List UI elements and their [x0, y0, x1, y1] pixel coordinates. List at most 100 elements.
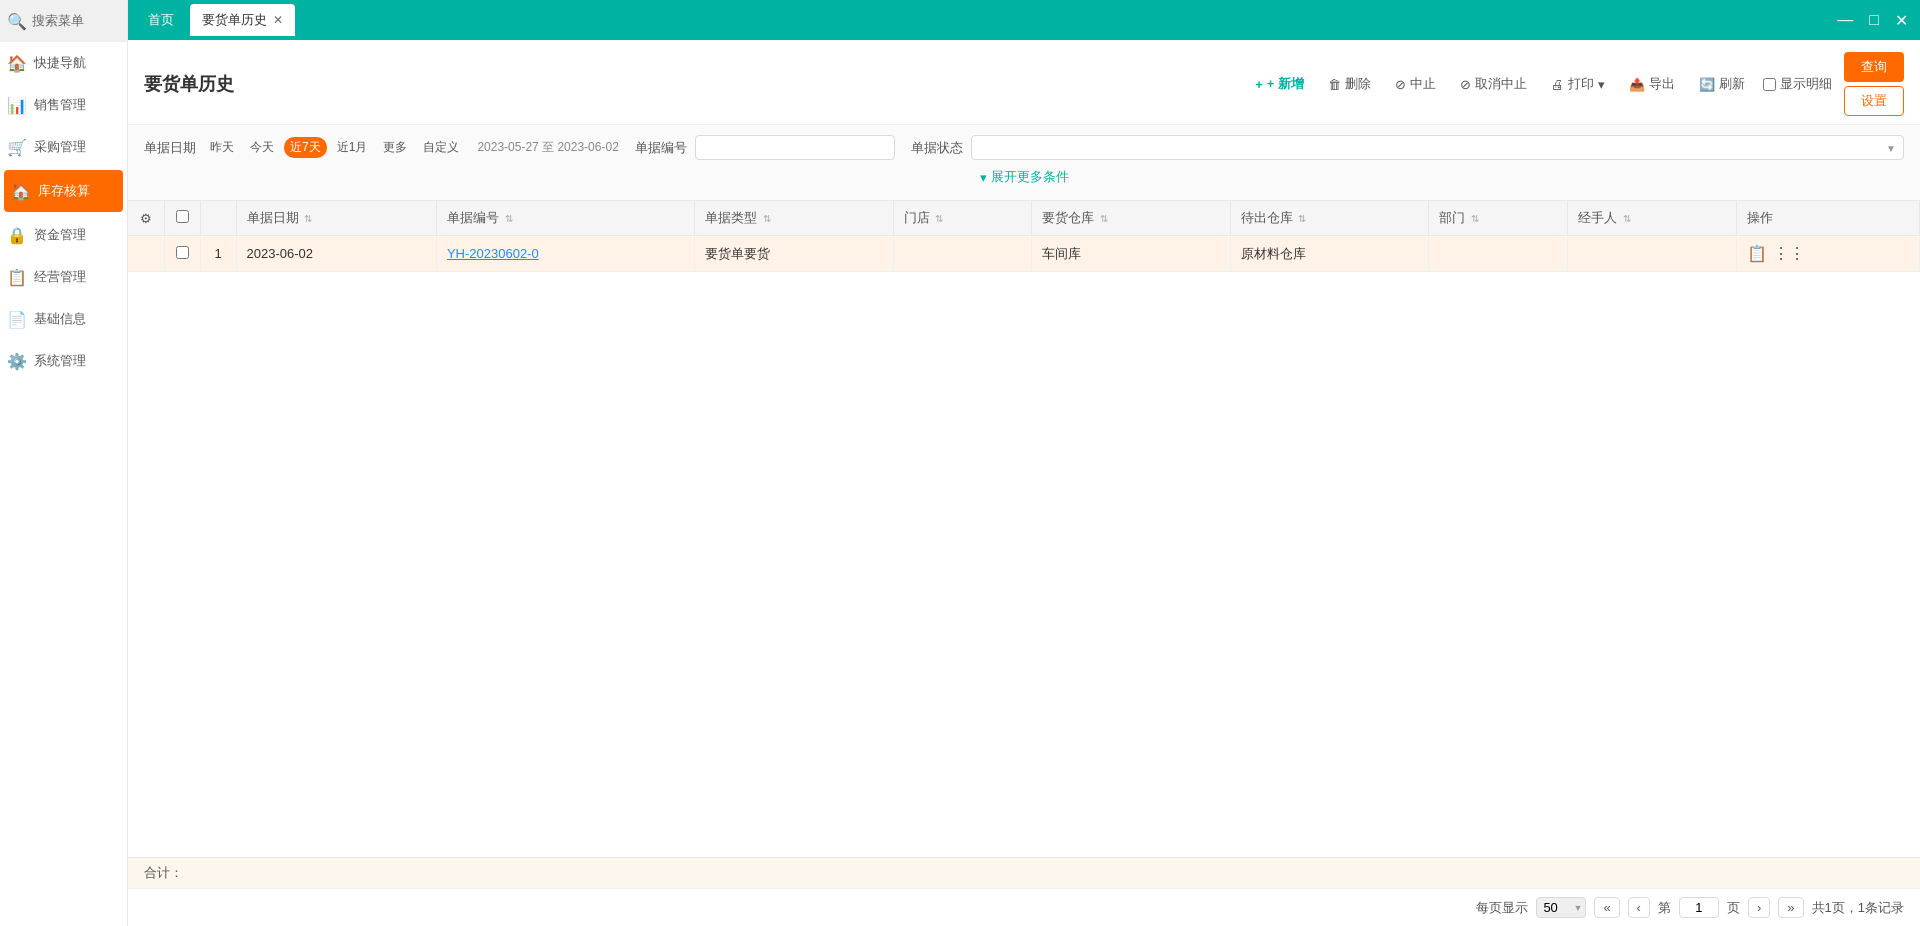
shortcut-yesterday[interactable]: 昨天	[204, 137, 240, 158]
th-req-warehouse[interactable]: 要货仓库 ⇅	[1032, 201, 1230, 236]
stop-label: 中止	[1410, 75, 1436, 93]
pagination: 每页显示 50 10 20 100 « ‹ 第 页 › » 共1页，1条记录	[128, 888, 1920, 926]
sidebar-item-quick-nav[interactable]: 🏠 快捷导航	[0, 42, 127, 84]
sort-icon-doc-number: ⇅	[505, 213, 513, 224]
row-edit-icon[interactable]: 📋	[1747, 244, 1767, 263]
sidebar-search-label: 搜索菜单	[32, 12, 84, 30]
export-label: 导出	[1649, 75, 1675, 93]
tab-home[interactable]: 首页	[136, 4, 186, 36]
print-button[interactable]: 🖨 打印 ▾	[1545, 71, 1611, 97]
new-label: + 新增	[1267, 75, 1304, 93]
shortcut-1month[interactable]: 近1月	[331, 137, 374, 158]
th-department[interactable]: 部门 ⇅	[1429, 201, 1568, 236]
stop-button[interactable]: ⊘ 中止	[1389, 71, 1442, 97]
filter-date: 单据日期 昨天 今天 近7天 近1月 更多 自定义 2023-05-27 至 2…	[144, 137, 619, 158]
last-page-button[interactable]: »	[1778, 897, 1803, 918]
page-size-select[interactable]: 50 10 20 100	[1536, 897, 1586, 918]
shortcut-today[interactable]: 今天	[244, 137, 280, 158]
sidebar-item-sales-mgmt[interactable]: 📊 销售管理	[0, 84, 127, 126]
date-range-display: 2023-05-27 至 2023-06-02	[477, 139, 618, 156]
sidebar-item-finance-mgmt[interactable]: 🔒 资金管理	[0, 214, 127, 256]
data-table: ⚙ 单据日期 ⇅ 单据编号 ⇅	[128, 201, 1920, 272]
page-prefix-label: 第	[1658, 899, 1671, 917]
th-pending-warehouse[interactable]: 待出仓库 ⇅	[1230, 201, 1428, 236]
sidebar-item-label: 销售管理	[34, 96, 86, 114]
refresh-icon: 🔄	[1699, 77, 1715, 92]
row-doc-date: 2023-06-02	[236, 236, 436, 272]
cancel-stop-button[interactable]: ⊘ 取消中止	[1454, 71, 1533, 97]
next-page-button[interactable]: ›	[1748, 897, 1770, 918]
row-delete-icon[interactable]: ⋮⋮	[1773, 244, 1805, 263]
sidebar-search[interactable]: 🔍 搜索菜单	[0, 0, 127, 42]
prev-page-button[interactable]: ‹	[1628, 897, 1650, 918]
page-suffix-label: 页	[1727, 899, 1740, 917]
display-detail-label: 显示明细	[1780, 75, 1832, 93]
sidebar-item-purchase-mgmt[interactable]: 🛒 采购管理	[0, 126, 127, 168]
clipboard-icon: 📋	[8, 268, 26, 286]
sidebar-item-label: 采购管理	[34, 138, 86, 156]
display-detail-checkbox[interactable]: 显示明细	[1763, 75, 1832, 93]
refresh-button[interactable]: 🔄 刷新	[1693, 71, 1751, 97]
th-operation: 操作	[1736, 201, 1919, 236]
close-button[interactable]: ✕	[1891, 7, 1912, 34]
delete-icon: 🗑	[1328, 77, 1341, 92]
table-footer: 合计：	[128, 857, 1920, 888]
shortcut-7days[interactable]: 近7天	[284, 137, 327, 158]
settings-button[interactable]: 设置	[1844, 86, 1904, 116]
expand-filter-button[interactable]: ▾ 展开更多条件	[972, 164, 1077, 190]
new-button[interactable]: + + 新增	[1249, 71, 1310, 97]
status-label: 单据状态	[911, 139, 963, 157]
status-select[interactable]	[971, 135, 1904, 160]
doc-number-link[interactable]: YH-20230602-0	[447, 246, 539, 261]
sidebar-item-basic-info[interactable]: 📄 基础信息	[0, 298, 127, 340]
content-area: 要货单历史 + + 新增 🗑 删除 ⊘ 中止 ⊘ 取消中止	[128, 40, 1920, 926]
lock-icon: 🔒	[8, 226, 26, 244]
doc-number-label: 单据编号	[635, 139, 687, 157]
print-label: 打印	[1568, 75, 1594, 93]
query-button[interactable]: 查询	[1844, 52, 1904, 82]
page-size-label: 每页显示	[1476, 899, 1528, 917]
tab-requisition-history[interactable]: 要货单历史 ✕	[190, 4, 295, 36]
first-page-button[interactable]: «	[1594, 897, 1619, 918]
row-handler	[1568, 236, 1737, 272]
cancel-stop-icon: ⊘	[1460, 77, 1471, 92]
doc-number-input[interactable]	[695, 135, 895, 160]
sidebar-item-label: 经营管理	[34, 268, 86, 286]
sidebar-item-business-mgmt[interactable]: 📋 经营管理	[0, 256, 127, 298]
display-detail-input[interactable]	[1763, 78, 1776, 91]
filter-status: 单据状态	[911, 135, 1904, 160]
table-area: ⚙ 单据日期 ⇅ 单据编号 ⇅	[128, 201, 1920, 857]
th-doc-type[interactable]: 单据类型 ⇅	[695, 201, 893, 236]
print-dropdown-icon: ▾	[1598, 77, 1605, 92]
th-doc-date[interactable]: 单据日期 ⇅	[236, 201, 436, 236]
sidebar-item-inventory-calc[interactable]: 🏠 库存核算	[4, 170, 123, 212]
th-store[interactable]: 门店 ⇅	[893, 201, 1032, 236]
th-handler[interactable]: 经手人 ⇅	[1568, 201, 1737, 236]
table-row: 1 2023-06-02 YH-20230602-0 要货单要货	[128, 236, 1920, 272]
sidebar-item-sys-mgmt[interactable]: ⚙️ 系统管理	[0, 340, 127, 382]
date-filter-label: 单据日期	[144, 139, 196, 157]
expand-label: 展开更多条件	[991, 168, 1069, 186]
page-number-input[interactable]	[1679, 897, 1719, 918]
search-icon: 🔍	[8, 12, 26, 30]
sort-icon-handler: ⇅	[1623, 213, 1631, 224]
sidebar-item-label: 快捷导航	[34, 54, 86, 72]
sort-icon-doc-type: ⇅	[763, 213, 771, 224]
row-department	[1429, 236, 1568, 272]
stop-icon: ⊘	[1395, 77, 1406, 92]
th-doc-number[interactable]: 单据编号 ⇅	[436, 201, 694, 236]
cart-icon: 🛒	[8, 138, 26, 156]
sort-icon-pending-warehouse: ⇅	[1298, 213, 1306, 224]
maximize-button[interactable]: □	[1865, 7, 1883, 33]
shortcut-custom[interactable]: 自定义	[417, 137, 465, 158]
row-checkbox[interactable]	[176, 246, 189, 259]
export-button[interactable]: 📤 导出	[1623, 71, 1681, 97]
shortcut-more[interactable]: 更多	[377, 137, 413, 158]
status-select-wrapper	[971, 135, 1904, 160]
select-all-checkbox[interactable]	[176, 210, 189, 223]
th-settings[interactable]: ⚙	[128, 201, 164, 236]
th-num	[200, 201, 236, 236]
delete-button[interactable]: 🗑 删除	[1322, 71, 1377, 97]
tab-close-icon[interactable]: ✕	[273, 13, 283, 27]
minimize-button[interactable]: —	[1833, 7, 1857, 33]
